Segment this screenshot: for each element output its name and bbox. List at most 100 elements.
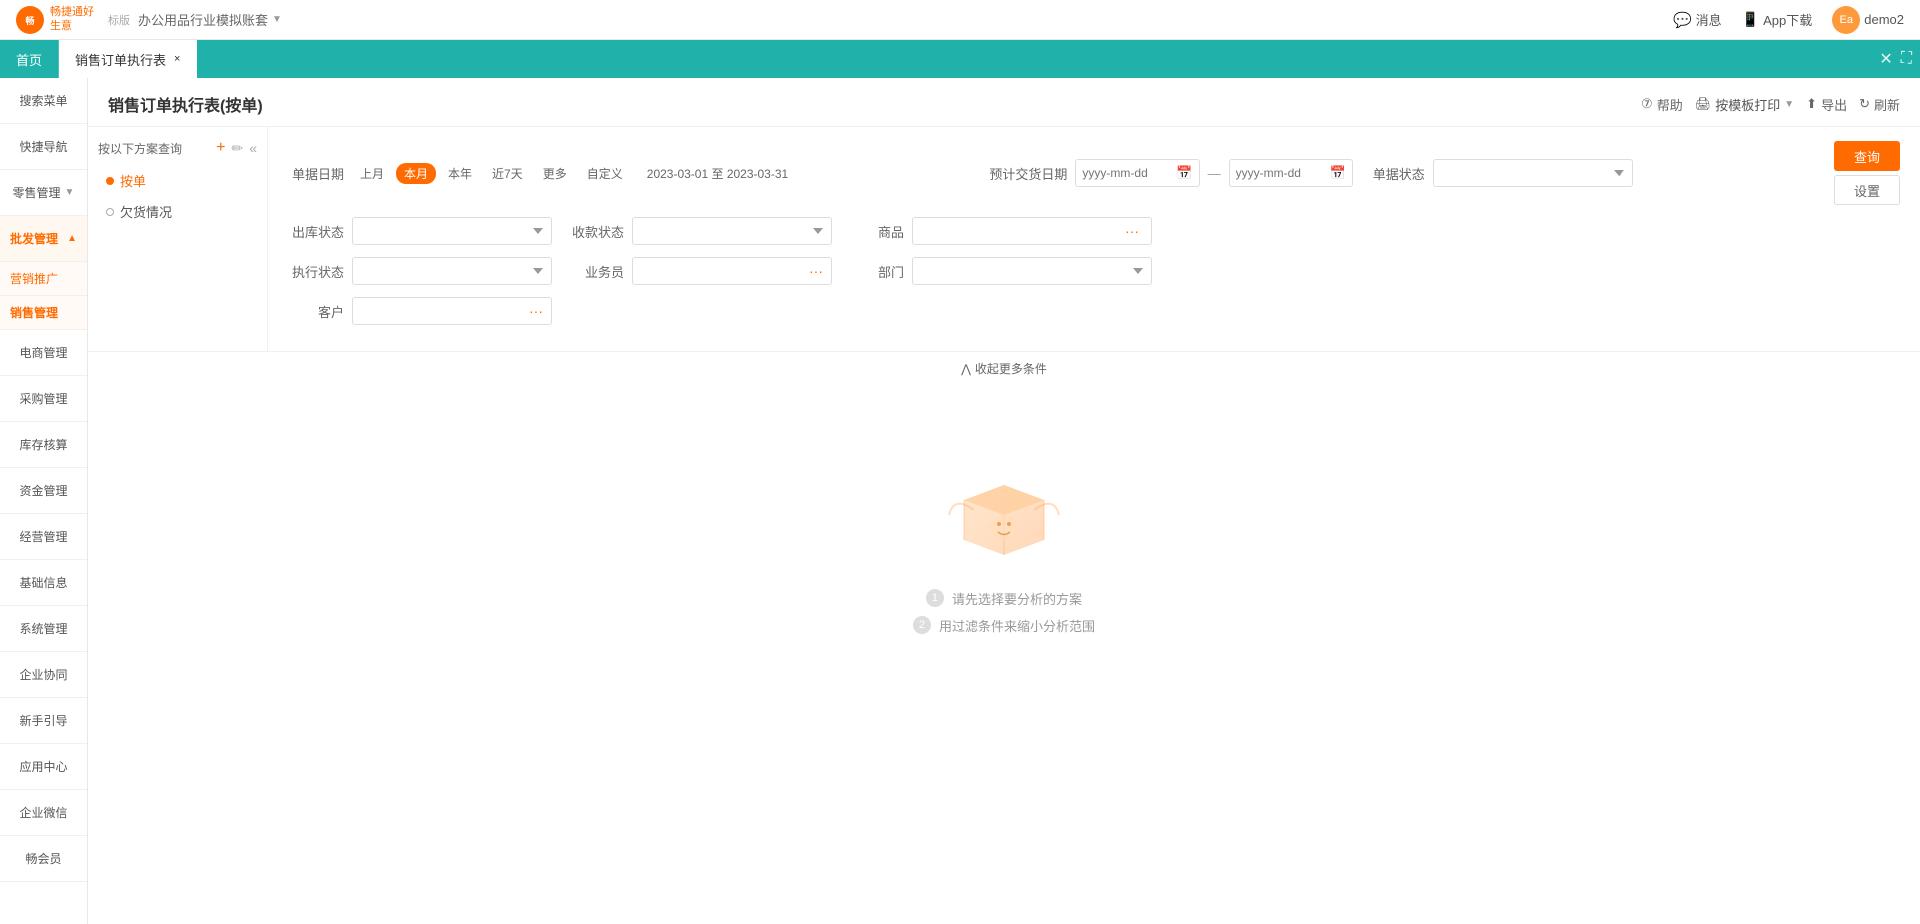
sidebar-retail-mgmt-label: 零售管理 [13,184,61,201]
sidebar-item-ecommerce[interactable]: 电商管理 [0,330,87,376]
goods-input-wrap[interactable]: ··· [912,217,1152,245]
sidebar-item-search-menu[interactable]: 搜索菜单 [0,78,87,124]
sidebar-item-retail-mgmt[interactable]: 零售管理 ▼ [0,170,87,216]
message-btn[interactable]: 💬 消息 [1673,10,1722,29]
filter-left-panel: 按以下方案查询 + ✏ « 按单 欠货情况 [88,127,268,351]
sidebar-item-guide[interactable]: 新手引导 [0,698,87,744]
calendar-end-icon[interactable]: 📅 [1330,165,1346,181]
tab-close-window-icon[interactable]: ✕ [1879,49,1892,69]
department-label: 部门 [848,262,904,281]
sidebar-purchase-label: 采购管理 [19,390,67,407]
collapse-panel-icon[interactable]: « [249,140,257,156]
delivery-date-end-input[interactable] [1236,166,1326,180]
sidebar-item-finance[interactable]: 资金管理 [0,468,87,514]
refresh-btn[interactable]: ↻ 刷新 [1859,95,1900,114]
sidebar-item-system[interactable]: 系统管理 [0,606,87,652]
logo-text: 畅捷通好生意 [50,6,100,32]
date-separator: — [1208,166,1221,181]
date-tab-current-month[interactable]: 本月 [396,163,436,184]
payment-status-select[interactable] [632,217,832,245]
breadcrumb-text: 办公用品行业模拟账套 [138,10,268,29]
hint-1-text: 请先选择要分析的方案 [952,589,1082,608]
tab-bar: 首页 销售订单执行表 × ✕ ⛶ [0,40,1920,78]
delivery-date-start-wrap[interactable]: 📅 [1075,159,1199,187]
add-scheme-icon[interactable]: + [216,139,225,157]
salesperson-input[interactable] [639,264,803,278]
print-btn[interactable]: 🖨 按模板打印 ▼ [1695,95,1794,114]
sidebar-item-purchase[interactable]: 采购管理 [0,376,87,422]
wholesale-mgmt-arrow-icon: ▲ [67,233,77,244]
order-status-label: 单据状态 [1369,164,1425,183]
top-header: 畅 畅捷通好生意 标版 办公用品行业模拟账套 ▼ 💬 消息 📱 App下载 Ea… [0,0,1920,40]
department-select[interactable] [912,257,1152,285]
customer-input-wrap[interactable]: ··· [352,297,552,325]
sidebar-item-enterprise-wx[interactable]: 企业微信 [0,790,87,836]
date-tab-more[interactable]: 更多 [535,163,575,184]
delivery-status-select[interactable] [352,217,552,245]
date-tab-last7days[interactable]: 近7天 [484,163,531,184]
customer-input[interactable] [359,304,523,318]
tab-sales-order[interactable]: 销售订单执行表 × [59,40,197,78]
date-tab-current-year[interactable]: 本年 [440,163,480,184]
sidebar-item-operations[interactable]: 经营管理 [0,514,87,560]
page-title: 销售订单执行表(按单) [108,92,263,116]
delivery-date-start-input[interactable] [1082,166,1172,180]
sidebar-item-member[interactable]: 畅会员 [0,836,87,882]
salesperson-label: 业务员 [568,262,624,281]
sidebar-item-wholesale-mgmt[interactable]: 批发管理 ▲ [0,216,87,262]
customer-group: 客户 ··· [288,297,552,325]
exec-status-group: 执行状态 [288,257,552,285]
goods-dots-btn[interactable]: ··· [1123,223,1141,239]
app-download-btn[interactable]: 📱 App下载 [1742,10,1813,29]
salesperson-dots-btn[interactable]: ··· [807,263,825,279]
delivery-date-end-wrap[interactable]: 📅 [1229,159,1353,187]
edit-scheme-icon[interactable]: ✏ [231,140,243,157]
retail-mgmt-arrow-icon: ▼ [65,187,75,198]
breadcrumb-area[interactable]: 办公用品行业模拟账套 ▼ [138,10,282,29]
sidebar-app-center-label: 应用中心 [19,758,67,775]
goods-input[interactable] [919,224,1119,238]
sidebar-sales-mgmt-label: 销售管理 [10,304,58,321]
order-status-group: 单据状态 ▼ [1369,159,1633,187]
customer-label: 客户 [288,302,344,321]
exec-status-select[interactable] [352,257,552,285]
sidebar-item-inventory[interactable]: 库存核算 [0,422,87,468]
sidebar-item-basic-info[interactable]: 基础信息 [0,560,87,606]
collapse-bar[interactable]: ⋀ 收起更多条件 [88,351,1920,385]
order-status-select[interactable] [1433,159,1633,187]
tab-home-label: 首页 [16,50,42,69]
query-button[interactable]: 查询 [1834,141,1900,171]
sidebar-guide-label: 新手引导 [19,712,67,729]
query-settings-group: 查询 设置 [1834,141,1900,205]
empty-illustration [944,465,1064,565]
sidebar-item-app-center[interactable]: 应用中心 [0,744,87,790]
sidebar-enterprise-label: 企业协同 [19,666,67,683]
tab-close-icon[interactable]: × [174,53,180,65]
filter-left-actions: + ✏ « [216,139,257,157]
user-profile[interactable]: Ea demo2 [1832,6,1904,34]
exec-status-wrap [352,257,552,285]
breadcrumb-arrow-icon[interactable]: ▼ [272,14,282,25]
help-btn[interactable]: ⑦ 帮助 [1641,95,1683,114]
export-btn[interactable]: ⬆ 导出 [1806,95,1847,114]
filter-left-header: 按以下方案查询 + ✏ « [98,139,257,157]
date-tab-last-month[interactable]: 上月 [352,163,392,184]
sidebar-item-sales-mgmt[interactable]: 销售管理 [0,296,87,330]
tab-fullscreen-icon[interactable]: ⛶ [1901,50,1912,68]
sidebar-item-enterprise[interactable]: 企业协同 [0,652,87,698]
scheme-by-debt[interactable]: 欠货情况 [98,196,257,227]
filter-section: 按以下方案查询 + ✏ « 按单 欠货情况 [88,127,1920,351]
tab-home[interactable]: 首页 [0,40,59,78]
salesperson-input-wrap[interactable]: ··· [632,257,832,285]
sidebar-search-menu-label: 搜索菜单 [19,92,67,109]
filter-row-3: 执行状态 业务员 ··· [288,257,1900,285]
sidebar-item-quick-nav[interactable]: 快捷导航 [0,124,87,170]
sidebar-item-marketing[interactable]: 营销推广 [0,262,87,296]
scheme-by-order[interactable]: 按单 [98,165,257,196]
calendar-start-icon[interactable]: 📅 [1176,165,1192,181]
export-label: 导出 [1821,95,1847,114]
message-label: 消息 [1696,10,1722,29]
date-tab-custom[interactable]: 自定义 [579,163,631,184]
settings-button[interactable]: 设置 [1834,175,1900,205]
customer-dots-btn[interactable]: ··· [527,303,545,319]
